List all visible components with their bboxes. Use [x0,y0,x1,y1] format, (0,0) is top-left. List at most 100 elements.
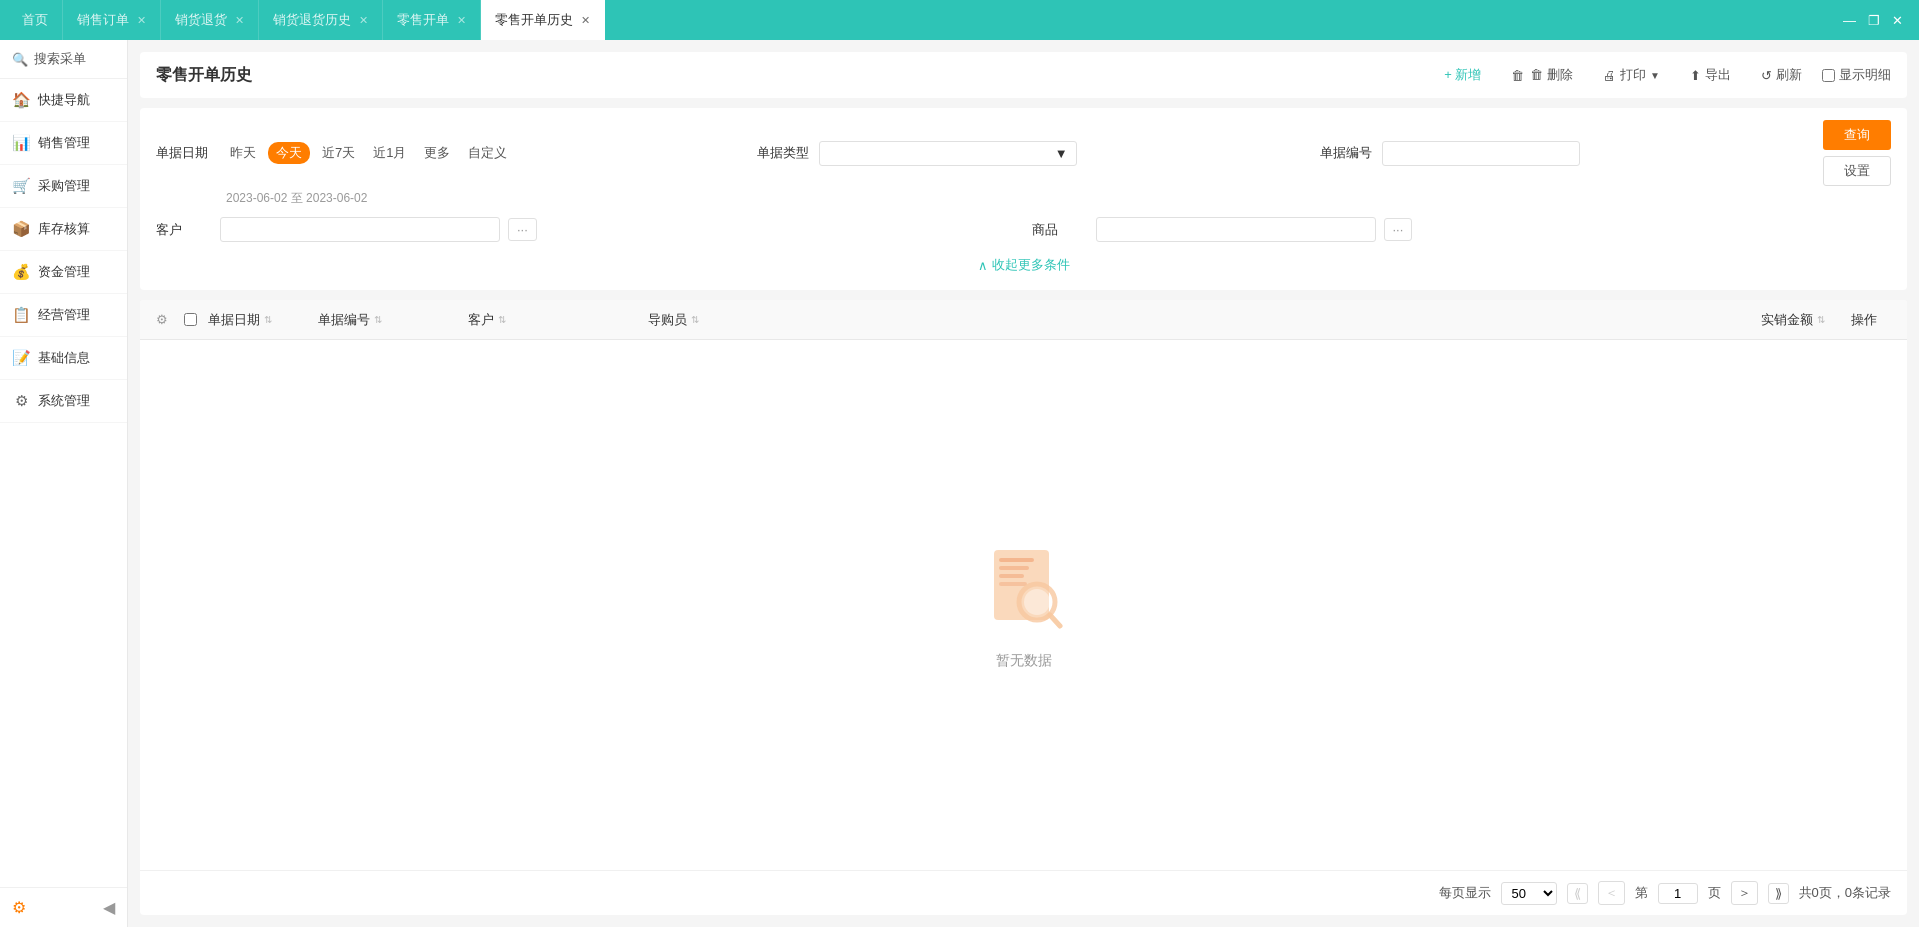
first-page-btn[interactable]: ⟪ [1567,883,1588,904]
restore-btn[interactable]: ❐ [1868,13,1880,28]
goods-filter-field: 商品 ··· [1032,217,1413,242]
more-btn[interactable]: 更多 [418,142,456,164]
delete-button[interactable]: 🗑 🗑 删除 [1501,62,1583,88]
date-range-display: 2023-06-02 至 2023-06-02 [226,190,1891,207]
col-guide[interactable]: 导购员 ⇅ [644,311,744,329]
print-button[interactable]: 🖨 打印 ▼ [1593,62,1670,88]
customer-ellipsis-btn[interactable]: ··· [508,218,537,241]
window-controls: — ❐ ✕ [1843,13,1911,28]
close-tab-return[interactable]: ✕ [235,14,244,27]
tab-sales-order[interactable]: 销售订单 ✕ [63,0,161,40]
col-date-label: 单据日期 [208,311,260,329]
query-button[interactable]: 查询 [1823,120,1891,150]
close-tab-return-history[interactable]: ✕ [359,14,368,27]
date-label: 单据日期 [156,144,212,162]
tab-return[interactable]: 销货退货 ✕ [161,0,259,40]
table-settings-icon[interactable]: ⚙ [148,312,176,327]
shortcuts-icon: 🏠 [12,91,30,109]
select-all-checkbox-col[interactable] [176,313,204,326]
date-shortcuts: 昨天 今天 近7天 近1月 更多 自定义 [224,142,513,164]
col-guide-sort-icon: ⇅ [691,314,699,325]
top-tab-bar: 首页 销售订单 ✕ 销货退货 ✕ 销货退货历史 ✕ 零售开单 ✕ 零售开单历史 … [0,0,1919,40]
display-detail-label[interactable]: 显示明细 [1822,66,1891,84]
sidebar-item-management[interactable]: 📋 经营管理 [0,294,127,337]
settings-button[interactable]: 设置 [1823,156,1891,186]
prev-page-btn[interactable]: ＜ [1598,881,1625,905]
yesterday-btn[interactable]: 昨天 [224,142,262,164]
sidebar-item-sales[interactable]: 📊 销售管理 [0,122,127,165]
display-detail-checkbox[interactable] [1822,69,1835,82]
select-all-checkbox[interactable] [184,313,197,326]
page-size-select[interactable]: 50 100 200 [1501,882,1557,905]
page-input[interactable] [1658,883,1698,904]
close-tab-retail[interactable]: ✕ [457,14,466,27]
tab-retail-history[interactable]: 零售开单历史 ✕ [481,0,605,40]
customer-input[interactable] [220,217,500,242]
svg-line-7 [1050,615,1060,626]
type-select-arrow: ▼ [1055,146,1068,161]
col-customer[interactable]: 客户 ⇅ [464,311,644,329]
num-input[interactable] [1382,141,1580,166]
export-button[interactable]: ⬆ 导出 [1680,62,1741,88]
col-ops-label: 操作 [1851,311,1877,329]
empty-text: 暂无数据 [996,652,1052,670]
minimize-btn[interactable]: — [1843,13,1856,28]
sidebar-search[interactable]: 🔍 搜索采单 [0,40,127,79]
table-header: ⚙ 单据日期 ⇅ 单据编号 ⇅ 客户 ⇅ 导购员 ⇅ [140,300,1907,340]
management-icon: 📋 [12,306,30,324]
collapse-more-btn[interactable]: ∧ 收起更多条件 [156,252,1891,278]
type-label: 单据类型 [757,144,813,162]
last-page-btn[interactable]: ⟫ [1768,883,1789,904]
sidebar-item-shortcuts[interactable]: 🏠 快捷导航 [0,79,127,122]
col-num-label: 单据编号 [318,311,370,329]
tab-retail[interactable]: 零售开单 ✕ [383,0,481,40]
close-btn[interactable]: ✕ [1892,13,1903,28]
sidebar-item-purchase[interactable]: 🛒 采购管理 [0,165,127,208]
sidebar-item-finance[interactable]: 💰 资金管理 [0,251,127,294]
sidebar-item-basic-info[interactable]: 📝 基础信息 [0,337,127,380]
goods-input[interactable] [1096,217,1376,242]
page-header: 零售开单历史 + 新增 🗑 🗑 删除 🖨 打印 ▼ ⬆ 导出 ↺ [140,52,1907,98]
sidebar-item-inventory[interactable]: 📦 库存核算 [0,208,127,251]
sidebar-collapse-icon[interactable]: ◀ [103,898,115,917]
next-page-btn[interactable]: ＞ [1731,881,1758,905]
col-date-sort-icon: ⇅ [264,314,272,325]
refresh-icon: ↺ [1761,68,1772,83]
col-amount[interactable]: 实销金额 ⇅ [1729,311,1829,329]
svg-point-6 [1024,589,1050,615]
col-customer-label: 客户 [468,311,494,329]
col-num-sort-icon: ⇅ [374,314,382,325]
empty-state: 暂无数据 [140,340,1907,870]
col-date[interactable]: 单据日期 ⇅ [204,311,314,329]
toolbar: + 新增 🗑 🗑 删除 🖨 打印 ▼ ⬆ 导出 ↺ 刷新 [1434,62,1891,88]
custom-btn[interactable]: 自定义 [462,142,513,164]
export-icon: ⬆ [1690,68,1701,83]
type-select[interactable]: ▼ [819,141,1077,166]
svg-rect-2 [999,566,1029,570]
num-label: 单据编号 [1320,144,1376,162]
svg-rect-3 [999,574,1024,578]
today-btn[interactable]: 今天 [268,142,310,164]
col-num[interactable]: 单据编号 ⇅ [314,311,464,329]
page-label-2: 页 [1708,884,1721,902]
svg-rect-4 [999,582,1027,586]
filter-row-2: 客户 ··· 商品 ··· [156,217,1891,242]
close-tab-sales-order[interactable]: ✕ [137,14,146,27]
print-icon: 🖨 [1603,68,1616,83]
print-dropdown-icon: ▼ [1650,70,1660,81]
sidebar-bottom: ⚙ ◀ [0,887,127,927]
add-button[interactable]: + 新增 [1434,62,1491,88]
sidebar-item-system[interactable]: ⚙ 系统管理 [0,380,127,423]
last7days-btn[interactable]: 近7天 [316,142,361,164]
tab-home[interactable]: 首页 [8,0,63,40]
tab-return-history[interactable]: 销货退货历史 ✕ [259,0,383,40]
num-filter-field: 单据编号 [1320,141,1580,166]
sidebar-settings-icon[interactable]: ⚙ [12,898,26,917]
col-customer-sort-icon: ⇅ [498,314,506,325]
delete-icon: 🗑 [1511,68,1524,83]
last1month-btn[interactable]: 近1月 [367,142,412,164]
goods-ellipsis-btn[interactable]: ··· [1384,218,1413,241]
close-tab-retail-history[interactable]: ✕ [581,14,590,27]
refresh-button[interactable]: ↺ 刷新 [1751,62,1812,88]
filter-area: 单据日期 昨天 今天 近7天 近1月 更多 自定义 单据类型 ▼ [140,108,1907,290]
